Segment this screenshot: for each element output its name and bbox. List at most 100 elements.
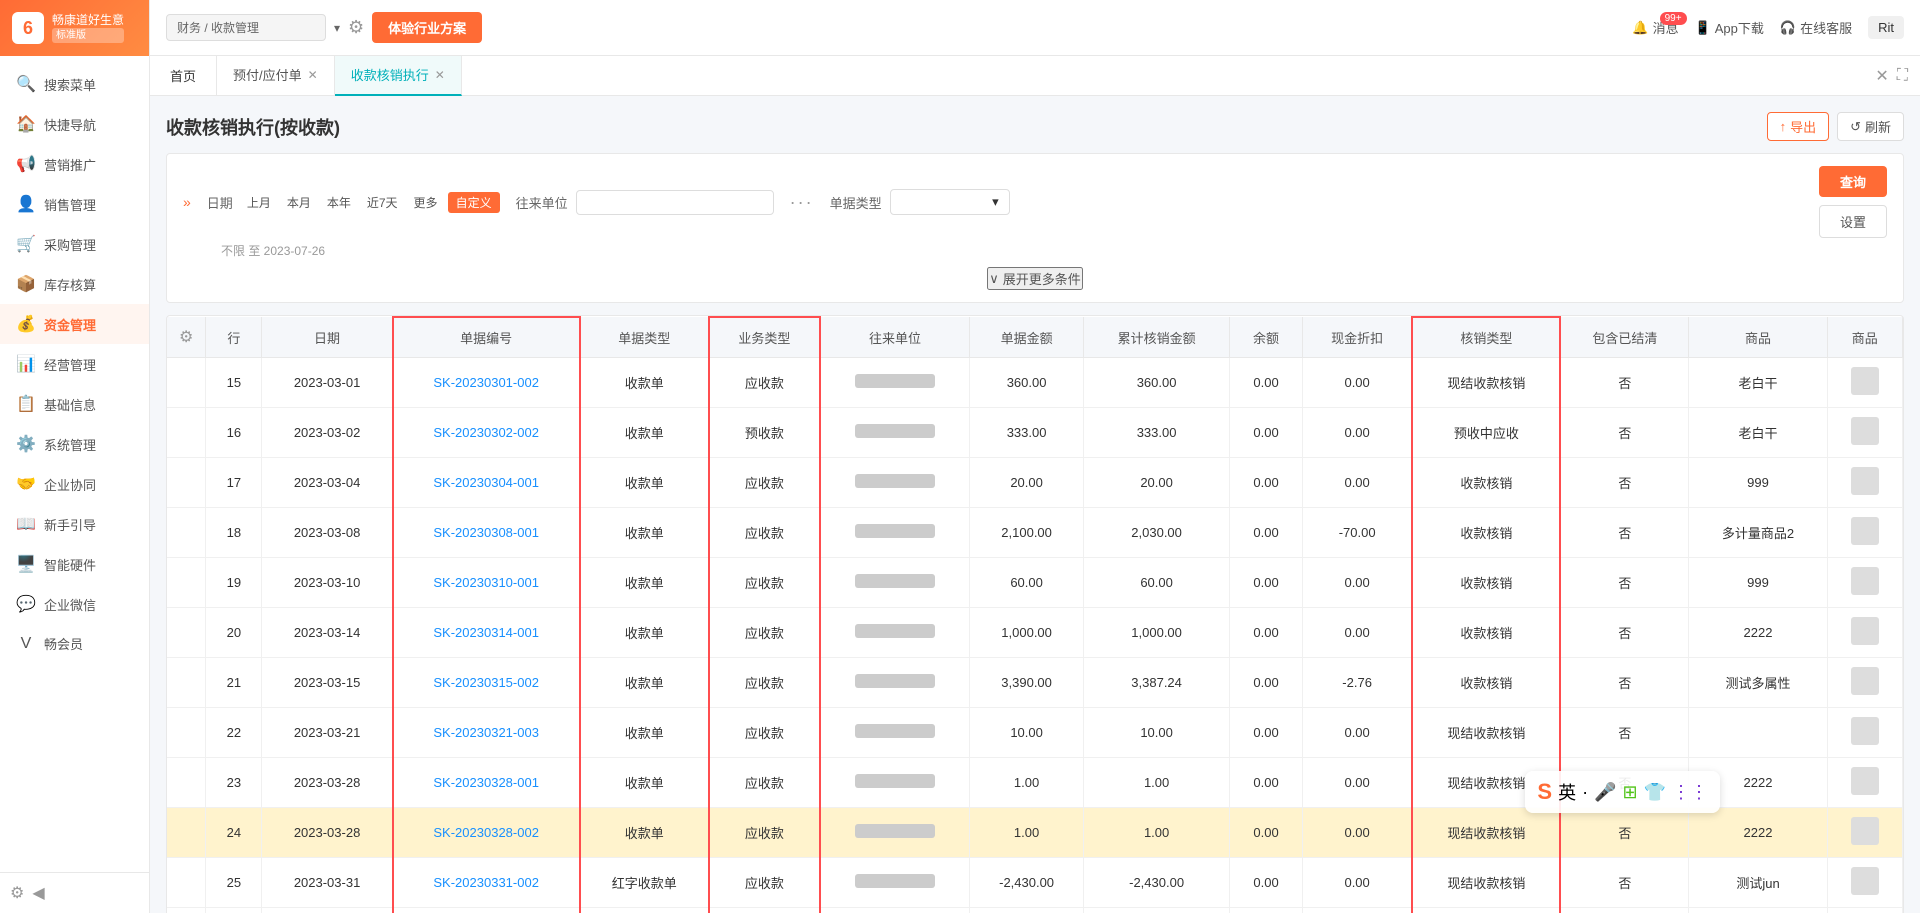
date-7days[interactable]: 近7天 <box>361 192 404 213</box>
export-icon: ↑ <box>1780 119 1787 134</box>
dropdown-arrow-icon: ▾ <box>992 194 999 210</box>
cell-partner <box>820 808 970 858</box>
settings-button[interactable]: 设置 <box>1819 205 1887 238</box>
cell-goods2 <box>1827 908 1902 913</box>
date-last-month[interactable]: 上月 <box>241 192 277 213</box>
sno-link[interactable]: SK-20230314-001 <box>433 625 539 640</box>
sno-link[interactable]: SK-20230328-001 <box>433 775 539 790</box>
col-verified-header: 累计核销金额 <box>1083 317 1229 358</box>
sno-link[interactable]: SK-20230328-002 <box>433 825 539 840</box>
header-gear-icon[interactable]: ⚙ <box>348 17 364 38</box>
table-settings-icon[interactable]: ⚙ <box>179 329 193 346</box>
cell-goods2 <box>1827 658 1902 708</box>
cell-goods2 <box>1827 408 1902 458</box>
app-download-button[interactable]: 📱 App下载 <box>1695 18 1764 37</box>
sno-link[interactable]: SK-20230321-003 <box>433 725 539 740</box>
table-row[interactable]: 242023-03-28SK-20230328-002收款单应收款1.001.0… <box>167 808 1903 858</box>
date-more[interactable]: 更多 <box>408 192 444 213</box>
export-button[interactable]: ↑ 导出 <box>1767 112 1830 141</box>
sidebar-item-wechat[interactable]: 💬 企业微信 <box>0 584 149 624</box>
notice-button[interactable]: 🔔 消息 99+ <box>1632 18 1678 37</box>
sno-link[interactable]: SK-20230310-001 <box>433 575 539 590</box>
bottom-settings-icon[interactable]: ⚙ <box>10 883 24 903</box>
cell-date: 2023-03-04 <box>262 458 393 508</box>
sno-link[interactable]: SK-20230315-002 <box>433 675 539 690</box>
query-button[interactable]: 查询 <box>1819 166 1887 197</box>
tab-prepay[interactable]: 预付/应付单 ✕ <box>217 56 335 96</box>
cell-date: 2023-03-28 <box>262 808 393 858</box>
solution-button[interactable]: 体验行业方案 <box>372 12 482 43</box>
sno-link[interactable]: SK-20230304-001 <box>433 475 539 490</box>
filter-type-select[interactable]: ▾ <box>890 189 1010 215</box>
sidebar-item-finance[interactable]: 💰 资金管理 <box>0 304 149 344</box>
goods-thumb <box>1851 617 1879 645</box>
filter-expand-button[interactable]: » <box>183 194 191 210</box>
sidebar-item-member[interactable]: V 畅会员 <box>0 624 149 663</box>
sidebar-item-marketing[interactable]: 📢 营销推广 <box>0 144 149 184</box>
cell-type: 收款单 <box>580 708 709 758</box>
table-row[interactable]: 202023-03-14SK-20230314-001收款单应收款1,000.0… <box>167 608 1903 658</box>
sidebar-item-system[interactable]: ⚙️ 系统管理 <box>0 424 149 464</box>
tab-verify-close[interactable]: ✕ <box>435 68 445 82</box>
tab-prepay-close[interactable]: ✕ <box>308 68 318 82</box>
sno-link[interactable]: SK-20230301-002 <box>433 375 539 390</box>
sidebar-item-inventory[interactable]: 📦 库存核算 <box>0 264 149 304</box>
tab-home[interactable]: 首页 <box>150 56 217 96</box>
table-row[interactable]: 262023-04-03SK-20230403-002收款单预收款20.0020… <box>167 908 1903 913</box>
cell-goods: 2222 <box>1689 808 1827 858</box>
tab-verify[interactable]: 收款核销执行 ✕ <box>335 56 462 96</box>
collapse-icon[interactable]: ◀ <box>32 883 44 903</box>
cell-biztype: 应收款 <box>709 358 820 408</box>
sidebar-item-purchase[interactable]: 🛒 采购管理 <box>0 224 149 264</box>
cell-amount: 360.00 <box>970 358 1084 408</box>
date-custom-button[interactable]: 自定义 <box>448 192 500 213</box>
refresh-button[interactable]: ↺ 刷新 <box>1837 112 1904 141</box>
tab-close-all-icon[interactable]: ✕ <box>1875 66 1888 86</box>
table-row[interactable]: 192023-03-10SK-20230310-001收款单应收款60.0060… <box>167 558 1903 608</box>
cell-seq: 25 <box>206 858 262 908</box>
sidebar-item-hardware[interactable]: 🖥️ 智能硬件 <box>0 544 149 584</box>
table-row[interactable]: 182023-03-08SK-20230308-001收款单应收款2,100.0… <box>167 508 1903 558</box>
sidebar-item-guide[interactable]: 📖 新手引导 <box>0 504 149 544</box>
table-row[interactable]: 222023-03-21SK-20230321-003收款单应收款10.0010… <box>167 708 1903 758</box>
sidebar-item-base[interactable]: 📋 基础信息 <box>0 384 149 424</box>
filter-dots[interactable]: ··· <box>790 192 814 213</box>
date-this-year[interactable]: 本年 <box>321 192 357 213</box>
sidebar-item-corp[interactable]: 🤝 企业协同 <box>0 464 149 504</box>
cell-partner <box>820 908 970 913</box>
cell-verified: 20.00 <box>1083 908 1229 913</box>
table-row[interactable]: 162023-03-02SK-20230302-002收款单预收款333.003… <box>167 408 1903 458</box>
cell-amount: 3,390.00 <box>970 658 1084 708</box>
page-title: 收款核销执行(按收款) <box>166 114 340 140</box>
sidebar-item-shortcut[interactable]: 🏠 快捷导航 <box>0 104 149 144</box>
cell-date: 2023-03-15 <box>262 658 393 708</box>
blurred-partner <box>855 624 935 638</box>
cell-goods2 <box>1827 608 1902 658</box>
watermark-mic-icon: 🎤 <box>1594 782 1616 803</box>
blurred-partner <box>855 674 935 688</box>
col-discount-header: 现金折扣 <box>1302 317 1412 358</box>
sidebar-item-operation[interactable]: 📊 经营管理 <box>0 344 149 384</box>
cell-type: 收款单 <box>580 458 709 508</box>
sidebar-item-search[interactable]: 🔍 搜索菜单 <box>0 64 149 104</box>
sno-link[interactable]: SK-20230331-002 <box>433 875 539 890</box>
cell-verifytype: 现结收款核销 <box>1412 358 1560 408</box>
table-row[interactable]: 152023-03-01SK-20230301-002收款单应收款360.003… <box>167 358 1903 408</box>
table-row[interactable]: 212023-03-15SK-20230315-002收款单应收款3,390.0… <box>167 658 1903 708</box>
table-row[interactable]: 172023-03-04SK-20230304-001收款单应收款20.0020… <box>167 458 1903 508</box>
user-menu[interactable]: Rit <box>1868 16 1904 39</box>
breadcrumb-dropdown[interactable]: ▾ <box>334 21 340 35</box>
date-this-month[interactable]: 本月 <box>281 192 317 213</box>
cell-balance: 0.00 <box>1230 658 1303 708</box>
sno-link[interactable]: SK-20230308-001 <box>433 525 539 540</box>
sno-link[interactable]: SK-20230302-002 <box>433 425 539 440</box>
service-button[interactable]: 🎧 在线客服 <box>1780 18 1852 37</box>
expand-more-button[interactable]: ∨ 展开更多条件 <box>987 267 1083 290</box>
tab-bar: 首页 预付/应付单 ✕ 收款核销执行 ✕ ✕ ⛶ <box>150 56 1920 96</box>
gear-icon: ⚙️ <box>16 434 36 454</box>
sidebar-item-sales[interactable]: 👤 销售管理 <box>0 184 149 224</box>
table-row[interactable]: 252023-03-31SK-20230331-002红字收款单应收款-2,43… <box>167 858 1903 908</box>
tab-expand-icon[interactable]: ⛶ <box>1897 67 1908 85</box>
cell-settings <box>167 608 206 658</box>
filter-partner-input[interactable] <box>576 190 774 215</box>
